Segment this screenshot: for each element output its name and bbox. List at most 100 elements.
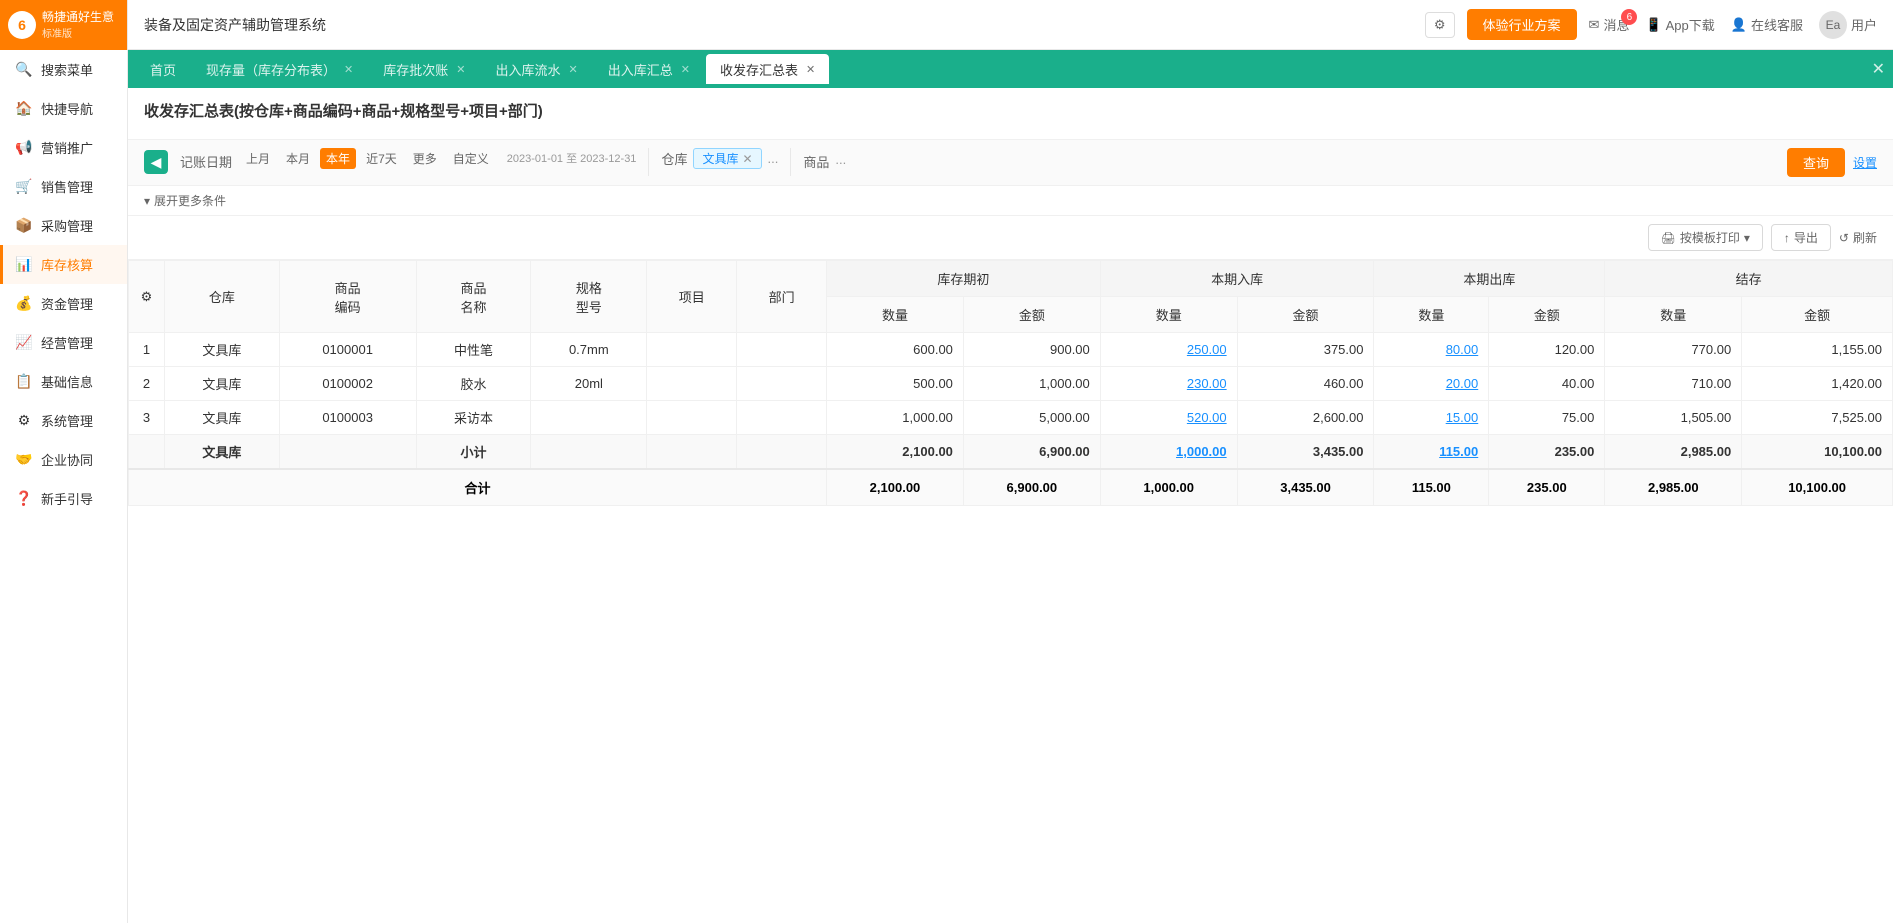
- sidebar-item-quick[interactable]: 🏠快捷导航: [0, 89, 127, 128]
- out-qty-link[interactable]: 15.00: [1446, 410, 1479, 425]
- tab-------[interactable]: 收发存汇总表 ✕: [706, 54, 829, 84]
- refresh-icon: ↺: [1839, 231, 1849, 245]
- export-label: 导出: [1794, 229, 1818, 246]
- sidebar-item-label: 快捷导航: [41, 99, 93, 118]
- sidebar-item-label: 采购管理: [41, 216, 93, 235]
- sidebar-item-enterprise[interactable]: 🤝企业协同: [0, 440, 127, 479]
- cell-in-qty[interactable]: 1,000.00: [1100, 435, 1237, 470]
- print-dropdown-icon: ▾: [1744, 231, 1750, 245]
- user-button[interactable]: Ea 用户: [1819, 11, 1877, 39]
- in-qty-link[interactable]: 520.00: [1187, 410, 1227, 425]
- col-code-header: 商品编码: [279, 261, 416, 333]
- tab---[interactable]: 首页: [136, 54, 190, 84]
- sidebar-item-sales[interactable]: 🛒销售管理: [0, 167, 127, 206]
- search-icon: 🔍: [15, 61, 33, 78]
- cell-code: [279, 435, 416, 470]
- sidebar-item-guide[interactable]: ❓新手引导: [0, 479, 127, 518]
- cell-in-qty[interactable]: 250.00: [1100, 333, 1237, 367]
- refresh-button[interactable]: ↺ 刷新: [1839, 224, 1877, 251]
- filter-group: 记账日期 上月本月本年近7天更多自定义 2023-01-01 至 2023-12…: [180, 148, 1775, 176]
- page-container: 收发存汇总表(按仓库+商品编码+商品+规格型号+项目+部门) ◀ 记账日期 上月…: [128, 88, 1893, 923]
- tab-bar: 首页现存量（库存分布表） ✕库存批次账 ✕出入库流水 ✕出入库汇总 ✕收发存汇总…: [128, 50, 1893, 88]
- in-qty-link[interactable]: 230.00: [1187, 376, 1227, 391]
- out-qty-link[interactable]: 115.00: [1439, 444, 1478, 459]
- export-button[interactable]: ↑ 导出: [1771, 224, 1831, 251]
- expand-more-bar[interactable]: ▾ 展开更多条件: [128, 186, 1893, 216]
- date-btn-更多[interactable]: 更多: [407, 148, 443, 169]
- message-badge: 6: [1621, 9, 1637, 25]
- cell-out-qty[interactable]: 20.00: [1374, 367, 1489, 401]
- warehouse-filter-label: 仓库: [661, 149, 687, 168]
- sidebar-item-inventory[interactable]: 📊库存核算: [0, 245, 127, 284]
- date-btn-本月[interactable]: 本月: [280, 148, 316, 169]
- sidebar-item-finance[interactable]: 💰资金管理: [0, 284, 127, 323]
- sidebar-item-search[interactable]: 🔍搜索菜单: [0, 50, 127, 89]
- sidebar-item-base[interactable]: 📋基础信息: [0, 362, 127, 401]
- tab-close-icon[interactable]: ✕: [344, 63, 353, 76]
- inventory-icon: 📊: [15, 256, 33, 273]
- tab-close-icon[interactable]: ✕: [569, 63, 578, 76]
- warehouse-tag[interactable]: 文具库 ✕: [693, 148, 761, 169]
- col-out-amt-header: 金额: [1489, 297, 1605, 333]
- support-icon: 👤: [1731, 17, 1747, 33]
- print-button[interactable]: 🖨 按模板打印 ▾: [1648, 224, 1763, 251]
- date-btn-本年[interactable]: 本年: [320, 148, 356, 169]
- sidebar-item-system[interactable]: ⚙系统管理: [0, 401, 127, 440]
- cell-open-amt: 1,000.00: [963, 367, 1100, 401]
- online-support-button[interactable]: 👤 在线客服: [1731, 15, 1803, 34]
- tab-close-icon[interactable]: ✕: [456, 63, 465, 76]
- out-qty-link[interactable]: 20.00: [1446, 376, 1479, 391]
- sidebar-item-label: 基础信息: [41, 372, 93, 391]
- cell-in-amt: 375.00: [1237, 333, 1374, 367]
- in-qty-link[interactable]: 250.00: [1187, 342, 1227, 357]
- date-range-display: 2023-01-01 至 2023-12-31: [507, 150, 637, 166]
- tab-close-icon[interactable]: ✕: [681, 63, 690, 76]
- product-more-button[interactable]: ...: [835, 152, 846, 167]
- filter-warehouse: 仓库 文具库 ✕ ...: [661, 148, 778, 169]
- cell-in-qty[interactable]: 520.00: [1100, 401, 1237, 435]
- tab------[interactable]: 出入库流水 ✕: [481, 54, 591, 84]
- cell-spec: [531, 401, 647, 435]
- row-settings: [129, 435, 165, 470]
- warehouse-tag-text: 文具库: [702, 150, 738, 167]
- warehouse-more-button[interactable]: ...: [768, 151, 779, 166]
- date-btn-上月[interactable]: 上月: [240, 148, 276, 169]
- sidebar-item-operation[interactable]: 📈经营管理: [0, 323, 127, 362]
- cell-out-amt: 120.00: [1489, 333, 1605, 367]
- footer-open-qty: 2,100.00: [827, 469, 964, 506]
- cell-out-qty[interactable]: 80.00: [1374, 333, 1489, 367]
- print-icon: 🖨: [1661, 231, 1676, 245]
- cell-out-qty[interactable]: 115.00: [1374, 435, 1489, 470]
- sidebar-item-purchase[interactable]: 📦采购管理: [0, 206, 127, 245]
- sidebar-item-label: 系统管理: [41, 411, 93, 430]
- settings-link[interactable]: 设置: [1853, 154, 1877, 171]
- date-btn-自定义[interactable]: 自定义: [447, 148, 495, 169]
- product-filter-label: 商品: [803, 148, 829, 171]
- cell-in-amt: 2,600.00: [1237, 401, 1374, 435]
- footer-in-qty: 1,000.00: [1100, 469, 1237, 506]
- sidebar-item-marketing[interactable]: 📢营销推广: [0, 128, 127, 167]
- cell-out-qty[interactable]: 15.00: [1374, 401, 1489, 435]
- cell-in-qty[interactable]: 230.00: [1100, 367, 1237, 401]
- tab------[interactable]: 库存批次账 ✕: [369, 54, 479, 84]
- app-download-button[interactable]: 📱 App下载: [1645, 15, 1714, 34]
- out-qty-link[interactable]: 80.00: [1446, 342, 1479, 357]
- col-settings-header[interactable]: ⚙: [129, 261, 165, 333]
- cell-in-amt: 460.00: [1237, 367, 1374, 401]
- experience-button[interactable]: 体验行业方案: [1467, 9, 1577, 40]
- tab-----------[interactable]: 现存量（库存分布表） ✕: [192, 54, 367, 84]
- table-toolbar: 🖨 按模板打印 ▾ ↑ 导出 ↺ 刷新: [128, 216, 1893, 260]
- cell-bal-qty: 1,505.00: [1605, 401, 1742, 435]
- in-qty-link[interactable]: 1,000.00: [1176, 444, 1227, 459]
- tab-close-icon[interactable]: ✕: [806, 63, 815, 76]
- settings-gear-button[interactable]: ⚙: [1425, 12, 1455, 38]
- close-all-tabs-button[interactable]: ✕: [1872, 59, 1885, 79]
- warehouse-tag-close-icon[interactable]: ✕: [742, 152, 752, 166]
- query-button[interactable]: 查询: [1787, 148, 1845, 177]
- message-button[interactable]: ✉ 消息 6: [1589, 15, 1630, 34]
- tab------[interactable]: 出入库汇总 ✕: [594, 54, 704, 84]
- filter-toggle-button[interactable]: ◀: [144, 150, 168, 174]
- date-btn-近7天[interactable]: 近7天: [360, 148, 403, 169]
- message-icon: ✉: [1589, 17, 1600, 33]
- tab-label: 收发存汇总表: [720, 60, 798, 79]
